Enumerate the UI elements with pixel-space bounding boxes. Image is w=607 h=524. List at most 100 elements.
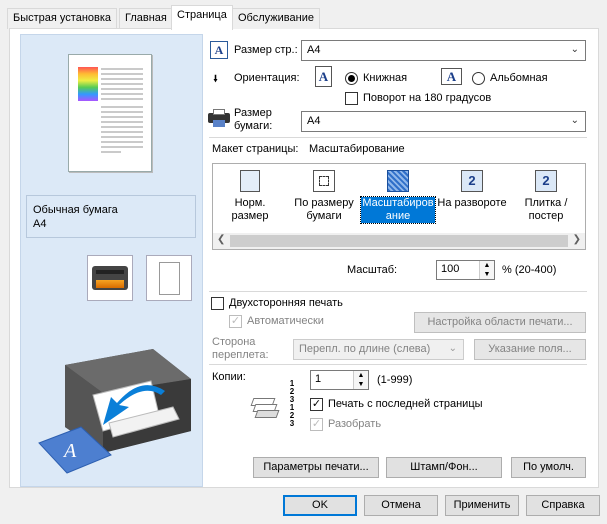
tab-label: Обслуживание: [238, 12, 314, 24]
page-preview: [68, 54, 152, 172]
print-from-last-checkbox[interactable]: ✓: [310, 398, 323, 411]
chevron-down-icon: ⌄: [570, 115, 579, 126]
paper-size-select[interactable]: A4 ⌄: [301, 111, 586, 132]
defaults-button[interactable]: По умолч.: [511, 457, 586, 478]
portrait-icon: A: [315, 66, 332, 87]
plain-paper-icon[interactable]: [146, 255, 192, 301]
cancel-button[interactable]: Отмена: [364, 495, 438, 516]
copies-input[interactable]: 1 ▲ ▼: [310, 370, 369, 390]
normal-size-icon: [240, 170, 260, 192]
collate-checkbox[interactable]: ✓: [310, 418, 323, 431]
page-layout-label: Макет страницы:: [212, 143, 299, 155]
binding-side-label-line1: Сторона: [212, 336, 256, 348]
scale-label: Масштаб:: [347, 264, 398, 276]
landscape-icon: A: [441, 68, 462, 85]
tab-label: Страница: [177, 9, 227, 21]
layout-scrollbar[interactable]: ❮ ❯: [213, 233, 585, 249]
apply-button[interactable]: Применить: [445, 495, 519, 516]
copies-stack-icon: [250, 388, 286, 418]
tab-label: Быстрая установка: [13, 12, 112, 24]
svg-text:A: A: [62, 440, 77, 462]
copies-label: Копии:: [212, 371, 246, 383]
paper-type-text: Обычная бумага: [33, 204, 118, 216]
fit-to-page-icon: [313, 170, 335, 192]
stamp-background-button[interactable]: Штамп/Фон...: [386, 457, 502, 478]
copies-value: 1: [315, 373, 322, 385]
layout-item-caption: По размеру бумаги: [294, 197, 354, 222]
separator: [209, 364, 587, 365]
chevron-down-icon: ⌄: [448, 343, 457, 354]
layout-item-caption: Плитка / постер: [524, 197, 568, 222]
specify-margin-button[interactable]: Указание поля...: [474, 339, 586, 360]
printer-paper-icon: [208, 109, 230, 127]
paper-size-text: A4: [33, 218, 47, 230]
print-area-setup-button[interactable]: Настройка области печати...: [414, 312, 586, 333]
ok-button[interactable]: OK: [283, 495, 357, 516]
layout-item-caption: Норм. размер: [231, 197, 269, 222]
layout-item-fit-to-page[interactable]: По размеру бумаги: [287, 168, 361, 232]
page-size-value: A4: [307, 44, 321, 56]
preview-text-lines: [101, 68, 143, 153]
page-layout-current: Масштабирование: [309, 143, 405, 155]
separator: [209, 137, 587, 138]
auto-duplex-label: Автоматически: [247, 315, 324, 327]
page-size-label: Размер стр.:: [234, 44, 298, 56]
layout-item-normal-size[interactable]: Норм. размер: [213, 168, 287, 232]
binding-side-select[interactable]: Перепл. по длине (слева) ⌄: [293, 339, 464, 360]
layout-item-caption: Масштабиров ание: [360, 196, 436, 224]
orientation-label: Ориентация:: [234, 72, 300, 84]
layout-item-tiling-poster[interactable]: 2 Плитка / постер: [509, 168, 583, 232]
spin-arrows-icon[interactable]: ▲ ▼: [353, 371, 368, 389]
scroll-right-icon[interactable]: ❯: [573, 234, 581, 245]
tab-page-setup[interactable]: Страница: [171, 5, 233, 30]
auto-duplex-checkbox[interactable]: ✓: [229, 315, 242, 328]
scale-value: 100: [441, 263, 460, 275]
landscape-label: Альбомная: [490, 72, 548, 84]
paper-size-value: A4: [307, 115, 321, 127]
tab-main[interactable]: Главная: [119, 8, 173, 29]
orientation-arrow-icon: 🠛: [213, 74, 219, 85]
copies-range: (1-999): [377, 374, 413, 386]
spin-arrows-icon[interactable]: ▲ ▼: [479, 261, 494, 279]
binding-side-value: Перепл. по длине (слева): [299, 343, 431, 355]
collate-label: Разобрать: [328, 418, 382, 430]
paper-size-label-line1: Размер: [234, 107, 272, 119]
preview-color-image: [78, 67, 98, 101]
print-from-last-label: Печать с последней страницы: [328, 398, 483, 410]
tiling-poster-icon: 2: [535, 170, 557, 192]
tab-quick-setup[interactable]: Быстрая установка: [7, 8, 118, 29]
scale-input[interactable]: 100 ▲ ▼: [436, 260, 495, 280]
separator: [209, 291, 587, 292]
landscape-radio[interactable]: [472, 72, 485, 85]
rotate-180-checkbox[interactable]: [345, 92, 358, 105]
portrait-label: Книжная: [363, 72, 408, 84]
scale-range: % (20-400): [502, 264, 557, 276]
layout-item-scaled[interactable]: Масштабиров ание: [360, 168, 436, 232]
scroll-left-icon[interactable]: ❮: [217, 234, 225, 245]
page-layout-icon: 2: [461, 170, 483, 192]
tab-label: Главная: [125, 12, 167, 24]
rear-tray-icon[interactable]: [87, 255, 133, 301]
page-size-icon: A: [210, 41, 228, 59]
help-button[interactable]: Справка: [526, 495, 600, 516]
page-size-select[interactable]: A4 ⌄: [301, 40, 586, 61]
chevron-down-icon: ⌄: [570, 44, 579, 55]
page-layout-list[interactable]: Норм. размер По размеру бумаги Масштабиров…: [212, 163, 586, 250]
binding-side-label: Сторона переплета:: [212, 336, 269, 362]
portrait-radio[interactable]: [345, 72, 358, 85]
paper-size-label: Размер бумаги:: [234, 107, 272, 133]
scaled-icon: [387, 170, 409, 192]
scrollbar-thumb[interactable]: [230, 235, 568, 247]
paper-info-box: Обычная бумага A4: [26, 195, 196, 238]
tab-maintenance[interactable]: Обслуживание: [232, 8, 320, 29]
paper-size-label-line2: бумаги:: [234, 120, 273, 132]
layout-item-page-layout[interactable]: 2 На развороте: [435, 168, 509, 232]
print-options-button[interactable]: Параметры печати...: [253, 457, 379, 478]
collate-order-icon: 123123: [289, 379, 295, 428]
rotate-180-label: Поворот на 180 градусов: [363, 92, 492, 104]
preview-pane: Обычная бумага A4 A: [20, 34, 203, 487]
layout-item-caption: На развороте: [437, 197, 507, 209]
duplex-label: Двухсторонняя печать: [229, 297, 343, 309]
duplex-checkbox[interactable]: [211, 297, 224, 310]
binding-side-label-line2: переплета:: [212, 349, 269, 361]
